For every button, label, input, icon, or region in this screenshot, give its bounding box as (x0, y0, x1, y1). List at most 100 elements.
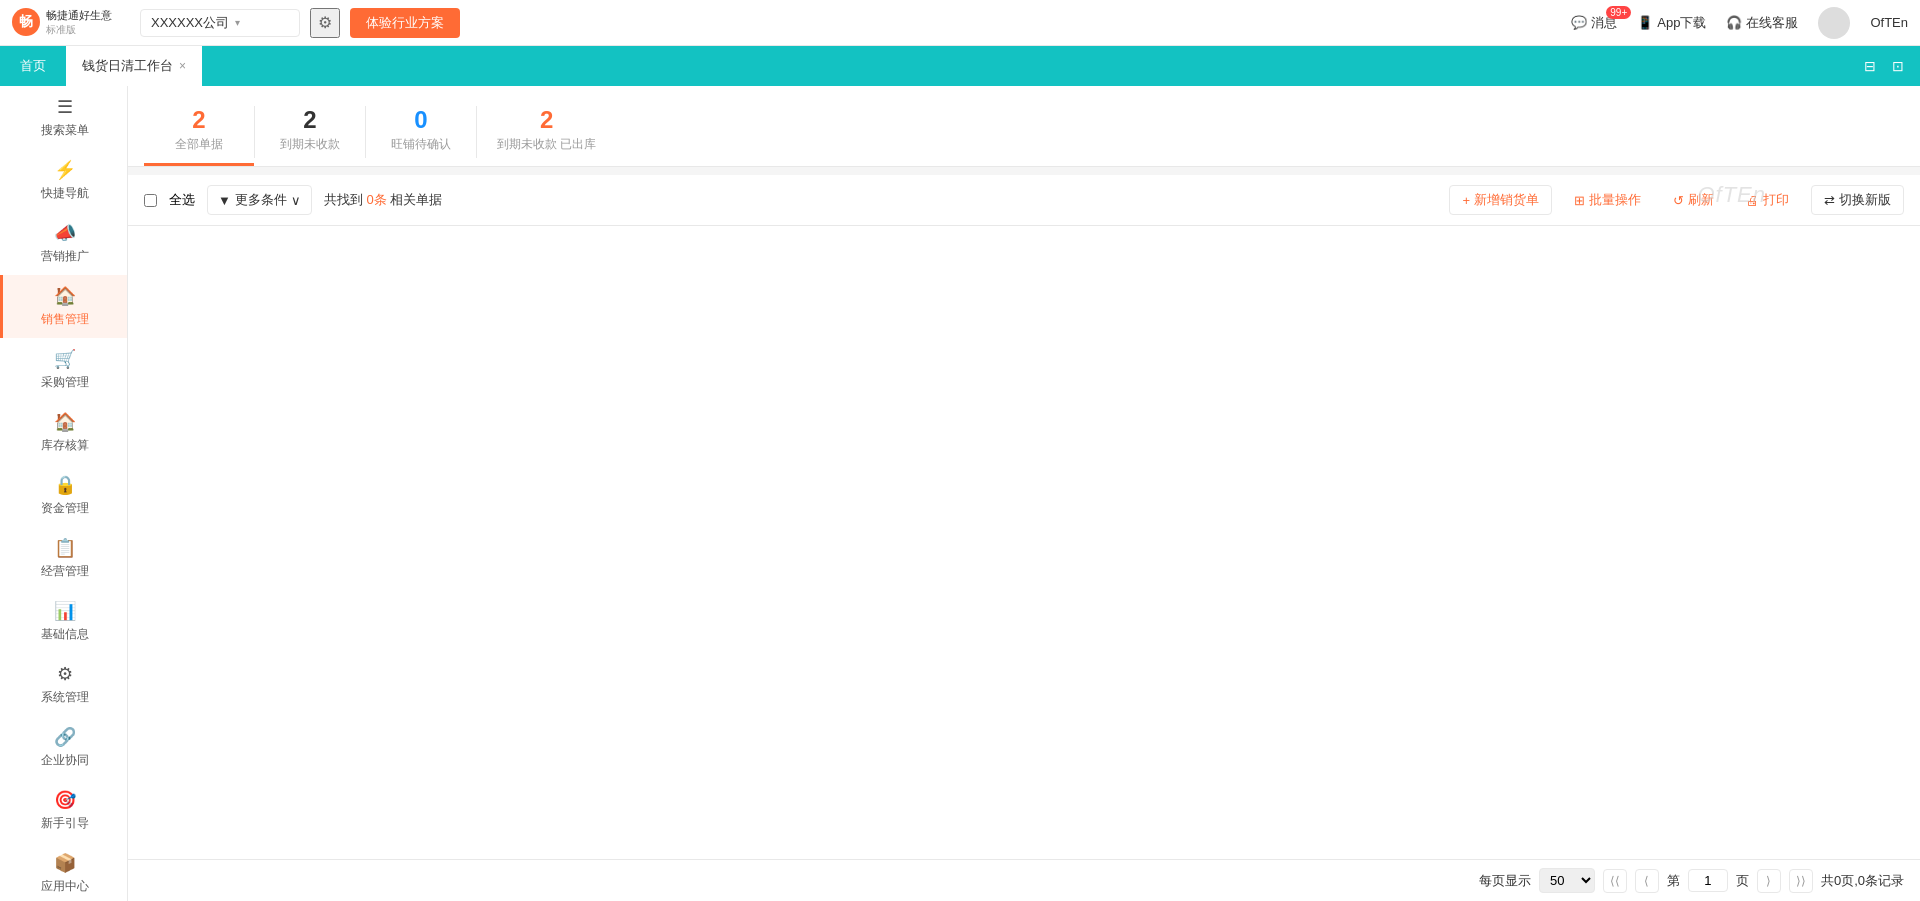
page-first-button[interactable]: ⟨⟨ (1603, 869, 1627, 893)
user-name[interactable]: OfTEn (1870, 15, 1908, 30)
page-next-button[interactable]: ⟩ (1757, 869, 1781, 893)
experience-button[interactable]: 体验行业方案 (350, 8, 460, 38)
switch-label: 切换新版 (1839, 191, 1891, 209)
sidebar-item-system[interactable]: ⚙ 系统管理 (0, 653, 127, 716)
per-page-label: 每页显示 (1479, 872, 1531, 890)
purchase-icon: 🛒 (54, 348, 76, 370)
sidebar-item-quick-nav[interactable]: ⚡ 快捷导航 (0, 149, 127, 212)
app-download-action[interactable]: 📱 App下载 (1637, 14, 1706, 32)
sidebar-item-enterprise[interactable]: 🔗 企业协同 (0, 716, 127, 779)
inventory-icon: 🏠 (54, 411, 76, 433)
enterprise-icon: 🔗 (54, 726, 76, 748)
top-header: 畅 畅捷通好生意 标准版 XXXXXX公司 ▾ ⚙ 体验行业方案 💬 消息 99… (0, 0, 1920, 46)
sidebar-item-marketing[interactable]: 📣 营销推广 (0, 212, 127, 275)
stat-num-overdue-out: 2 (540, 106, 553, 134)
sidebar-item-inventory[interactable]: 🏠 库存核算 (0, 401, 127, 464)
batch-op-button[interactable]: ⊞ 批量操作 (1564, 186, 1651, 214)
tab-controls: ⊟ ⊡ (1858, 54, 1920, 78)
avatar[interactable] (1818, 7, 1850, 39)
batch-icon: ⊞ (1574, 193, 1585, 208)
tab-home[interactable]: 首页 (0, 46, 66, 86)
refresh-icon: ↺ (1673, 193, 1684, 208)
print-label: 打印 (1763, 191, 1789, 209)
add-icon: + (1462, 193, 1470, 208)
sidebar-item-search-menu[interactable]: ☰ 搜索菜单 (0, 86, 127, 149)
sidebar-item-guide[interactable]: 🎯 新手引导 (0, 779, 127, 842)
page-input[interactable] (1688, 869, 1728, 892)
stat-label-pending: 旺铺待确认 (391, 136, 451, 153)
sidebar-item-label: 库存核算 (41, 437, 89, 454)
company-dropdown-arrow: ▾ (235, 17, 240, 28)
content-area: 2 全部单据 2 到期未收款 0 旺铺待确认 2 到期未收款 已出库 全选 (128, 86, 1920, 901)
sidebar-item-label: 销售管理 (41, 311, 89, 328)
new-sales-button[interactable]: + 新增销货单 (1449, 185, 1552, 215)
sidebar-item-finance[interactable]: 🔒 资金管理 (0, 464, 127, 527)
new-sales-label: 新增销货单 (1474, 191, 1539, 209)
header-right: 💬 消息 99+ 📱 App下载 🎧 在线客服 OfTEn (1571, 7, 1908, 39)
sidebar-item-sales[interactable]: 🏠 销售管理 (0, 275, 127, 338)
online-service-icon: 🎧 (1726, 15, 1742, 30)
base-info-icon: 📊 (54, 600, 76, 622)
app-download-label: App下载 (1657, 14, 1706, 32)
app-center-icon: 📦 (54, 852, 76, 874)
print-icon: 🖨 (1746, 193, 1759, 208)
filter-icon: ▼ (218, 193, 231, 208)
tab-minimize-button[interactable]: ⊟ (1858, 54, 1882, 78)
messages-action[interactable]: 💬 消息 99+ (1571, 14, 1617, 32)
messages-badge: 99+ (1606, 6, 1631, 19)
company-selector[interactable]: XXXXXX公司 ▾ (140, 9, 300, 37)
logo-area: 畅 畅捷通好生意 标准版 (12, 8, 140, 36)
app-download-icon: 📱 (1637, 15, 1653, 30)
sidebar-item-purchase[interactable]: 🛒 采购管理 (0, 338, 127, 401)
online-service-label: 在线客服 (1746, 14, 1798, 32)
message-icon: 💬 (1571, 15, 1587, 30)
select-all-label: 全选 (169, 191, 195, 209)
stat-tab-overdue[interactable]: 2 到期未收款 (255, 98, 365, 166)
tab-bar: 首页 钱货日清工作台 × ⊟ ⊡ (0, 46, 1920, 86)
tab-close-icon[interactable]: × (179, 59, 186, 73)
toolbar: 全选 ▼ 更多条件 ∨ 共找到 0条 相关单据 + 新增销货单 ⊞ 批量操作 (128, 175, 1920, 226)
online-service-action[interactable]: 🎧 在线客服 (1726, 14, 1798, 32)
system-icon: ⚙ (57, 663, 73, 685)
sidebar-item-base-info[interactable]: 📊 基础信息 (0, 590, 127, 653)
sidebar-item-label: 基础信息 (41, 626, 89, 643)
page-size-select[interactable]: 50 100 200 (1539, 868, 1595, 893)
page-label: 第 (1667, 872, 1680, 890)
sidebar-item-label: 采购管理 (41, 374, 89, 391)
stat-num-all: 2 (192, 106, 205, 134)
sidebar-item-label: 经营管理 (41, 563, 89, 580)
stat-label-all: 全部单据 (175, 136, 223, 153)
sidebar-item-operation[interactable]: 📋 经营管理 (0, 527, 127, 590)
stat-tab-all[interactable]: 2 全部单据 (144, 98, 254, 166)
tab-maximize-button[interactable]: ⊡ (1886, 54, 1910, 78)
stat-tab-pending[interactable]: 0 旺铺待确认 (366, 98, 476, 166)
stat-num-pending: 0 (414, 106, 427, 134)
total-label: 共0页,0条记录 (1821, 872, 1904, 890)
table-area (128, 226, 1920, 859)
sidebar-item-label: 资金管理 (41, 500, 89, 517)
guide-icon: 🎯 (54, 789, 76, 811)
stat-tab-overdue-out[interactable]: 2 到期未收款 已出库 (477, 98, 616, 166)
print-button[interactable]: 🖨 打印 (1736, 186, 1799, 214)
company-name: XXXXXX公司 (151, 14, 229, 32)
logo-text: 畅捷通好生意 (46, 8, 112, 22)
sidebar-item-label: 新手引导 (41, 815, 89, 832)
select-all-checkbox[interactable] (144, 194, 157, 207)
stat-num-overdue: 2 (303, 106, 316, 134)
page-prev-button[interactable]: ⟨ (1635, 869, 1659, 893)
tab-active[interactable]: 钱货日清工作台 × (66, 46, 202, 86)
finance-icon: 🔒 (54, 474, 76, 496)
pagination-bar: 每页显示 50 100 200 ⟨⟨ ⟨ 第 页 ⟩ ⟩⟩ 共0页,0条记录 (128, 859, 1920, 901)
sidebar-item-app-center[interactable]: 📦 应用中心 (0, 842, 127, 901)
refresh-button[interactable]: ↺ 刷新 (1663, 186, 1724, 214)
page-last-button[interactable]: ⟩⟩ (1789, 869, 1813, 893)
sidebar: ☰ 搜索菜单 ⚡ 快捷导航 📣 营销推广 🏠 销售管理 🛒 采购管理 🏠 库存核… (0, 86, 128, 901)
page-label-end: 页 (1736, 872, 1749, 890)
switch-button[interactable]: ⇄ 切换新版 (1811, 185, 1904, 215)
logo-icon: 畅 (12, 8, 40, 36)
more-filter-button[interactable]: ▼ 更多条件 ∨ (207, 185, 312, 215)
settings-button[interactable]: ⚙ (310, 8, 340, 38)
switch-icon: ⇄ (1824, 193, 1835, 208)
search-menu-icon: ☰ (57, 96, 73, 118)
more-filter-label: 更多条件 (235, 191, 287, 209)
